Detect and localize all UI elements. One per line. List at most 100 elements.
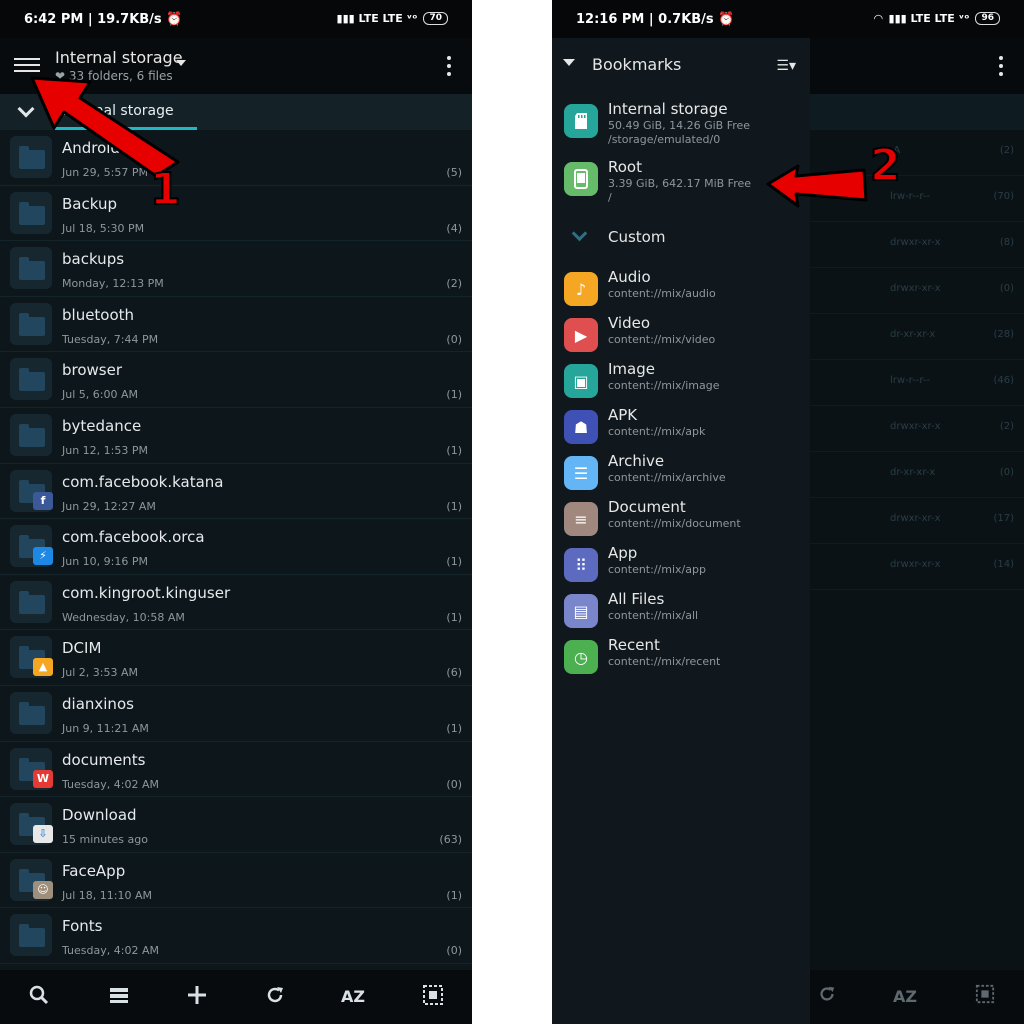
file-permissions: dr-xr-xr-x — [890, 329, 936, 340]
bookmark-path: content://mix/app — [608, 563, 706, 576]
file-count: (1) — [446, 555, 462, 569]
left-screenshot: 6:42 PM | 19.7KB/s ⏰ ▮▮▮ LTE LTE ᵛᵒ 70 I… — [0, 0, 472, 1024]
bookmark-name: App — [608, 544, 638, 562]
bookmark-item-recent[interactable]: ◷ Recent content://mix/recent — [552, 634, 810, 680]
file-row[interactable]: Fonts Tuesday, 4:02 AM (0) — [0, 908, 472, 964]
image-icon: ▣ — [564, 364, 598, 398]
chevron-down-icon[interactable] — [571, 225, 588, 242]
file-row[interactable]: bluetooth Tuesday, 7:44 PM (0) — [0, 297, 472, 353]
file-row[interactable]: bytedance Jun 12, 1:53 PM (1) — [0, 408, 472, 464]
file-count: (8) — [999, 237, 1014, 248]
overflow-menu-icon[interactable] — [446, 56, 452, 76]
file-count: (0) — [999, 283, 1014, 294]
file-date: Jul 2, 3:53 AM — [62, 666, 138, 680]
folder-icon — [19, 257, 45, 281]
refresh-icon[interactable] — [262, 984, 288, 1010]
right-screenshot: 12:16 PM | 0.7KB/s ⏰ ◠ ▮▮▮ LTE LTE ᵛᵒ 96… — [552, 0, 1024, 1024]
storage-path: / — [608, 191, 612, 204]
file-count: (2) — [999, 421, 1014, 432]
bookmark-item-app[interactable]: ⠿ App content://mix/app — [552, 542, 810, 588]
file-count: (6) — [446, 666, 462, 680]
file-date: Wednesday, 10:58 AM — [62, 610, 185, 624]
select-all-icon[interactable] — [972, 984, 998, 1010]
file-row[interactable]: documents Tuesday, 4:02 AM (0) W — [0, 742, 472, 798]
bookmark-item-image[interactable]: ▣ Image content://mix/image — [552, 358, 810, 404]
file-row[interactable]: browser Jul 5, 6:00 AM (1) — [0, 352, 472, 408]
bookmark-path: content://mix/document — [608, 517, 741, 530]
signal-icon: ▮▮▮ LTE LTE ᵛᵒ — [888, 12, 970, 25]
status-bar: 6:42 PM | 19.7KB/s ⏰ ▮▮▮ LTE LTE ᵛᵒ 70 — [0, 0, 472, 38]
status-time: 12:16 PM | 0.7KB/s ⏰ — [576, 12, 735, 27]
file-count: (1) — [446, 722, 462, 735]
file-row[interactable]: Download 15 minutes ago (63) ⇩ — [0, 797, 472, 853]
file-row[interactable]: backups Monday, 12:13 PM (2) — [0, 241, 472, 297]
custom-section-header[interactable]: Custom — [552, 218, 810, 258]
bottom-toolbar: AZ — [810, 970, 1024, 1024]
file-name: Backup — [62, 194, 117, 213]
status-time: 6:42 PM | 19.7KB/s ⏰ — [24, 12, 183, 27]
file-row[interactable]: dianxinos Jun 9, 11:21 AM (1) — [0, 686, 472, 742]
document-icon: ≡ — [564, 502, 598, 536]
file-count: (0) — [446, 777, 462, 791]
file-date: Jul 5, 6:00 AM — [62, 388, 138, 402]
file-permissions: drwxr-xr-x — [890, 283, 941, 294]
bookmark-storage-item[interactable]: Internal storage 50.49 GiB, 14.26 GiB Fre… — [552, 98, 810, 146]
file-count: (0) — [446, 944, 462, 958]
file-permissions: lrw-r--r-- — [890, 191, 931, 202]
bookmark-item-apk[interactable]: ☗ APK content://mix/apk — [552, 404, 810, 450]
bookmark-item-archive[interactable]: ☰ Archive content://mix/archive — [552, 450, 810, 496]
file-name: com.facebook.katana — [62, 472, 224, 491]
file-row[interactable]: DCIM Jul 2, 3:53 AM (6) ▲ — [0, 630, 472, 686]
refresh-icon[interactable] — [814, 984, 840, 1010]
file-date: Jun 10, 9:16 PM — [62, 555, 148, 569]
file-row[interactable]: com.facebook.katana Jun 29, 12:27 AM (1) f — [0, 464, 472, 520]
bookmark-path: content://mix/all — [608, 609, 699, 622]
file-row[interactable]: FaceApp Jul 18, 11:10 AM (1) ☺ — [0, 853, 472, 909]
bookmark-item-document[interactable]: ≡ Document content://mix/document — [552, 496, 810, 542]
list-view-icon[interactable] — [106, 984, 132, 1010]
file-count: (1) — [446, 888, 462, 902]
toolbar-title[interactable]: Internal storage — [55, 48, 183, 67]
file-permissions: drwxr-xr-x — [890, 421, 941, 432]
file-name: bytedance — [62, 417, 142, 435]
file-name: com.kingroot.kinguser — [62, 583, 231, 602]
file-name: dianxinos — [62, 695, 134, 713]
file-row[interactable]: com.kingroot.kinguser Wednesday, 10:58 AM… — [0, 575, 472, 631]
sd-card-icon — [564, 104, 598, 138]
phone-icon — [564, 162, 598, 196]
bookmark-item-audio[interactable]: ♪ Audio content://mix/audio — [552, 266, 810, 312]
file-icon: ▤ — [564, 594, 598, 628]
search-icon[interactable] — [26, 984, 52, 1010]
file-date: Tuesday, 4:02 AM — [62, 944, 159, 958]
add-icon[interactable] — [184, 984, 210, 1010]
bottom-toolbar: AZ — [0, 970, 472, 1024]
sort-menu-icon[interactable]: ☰▾ — [776, 58, 796, 74]
bookmark-path: content://mix/apk — [608, 425, 706, 438]
file-name: FaceApp — [62, 861, 126, 880]
folder-icon — [19, 201, 45, 225]
file-row[interactable]: Backup Jul 18, 5:30 PM (4) — [0, 186, 472, 242]
background-file-row: dr-xr-xr-x (0) — [810, 452, 1024, 498]
overflow-menu-icon[interactable] — [998, 56, 1004, 76]
file-date: 15 minutes ago — [62, 833, 148, 847]
red-arrow-pointer-2 — [766, 164, 868, 208]
file-count: (28) — [993, 329, 1014, 340]
storage-path: /storage/emulated/0 — [608, 133, 721, 146]
faceapp-icon: ☺ — [33, 880, 53, 899]
select-all-icon[interactable] — [420, 984, 446, 1010]
file-count: (1) — [446, 444, 462, 457]
file-name: browser — [62, 361, 123, 380]
sort-az-button[interactable]: AZ — [340, 984, 366, 1010]
file-count: (1) — [446, 388, 462, 402]
background-file-row: drwxr-xr-x (0) — [810, 268, 1024, 314]
file-count: (70) — [993, 191, 1014, 202]
bookmark-item-all-files[interactable]: ▤ All Files content://mix/all — [552, 588, 810, 634]
file-permissions: drwxr-xr-x — [890, 237, 941, 248]
gallery-icon: ▲ — [33, 658, 53, 677]
bookmark-item-video[interactable]: ▶ Video content://mix/video — [552, 312, 810, 358]
sort-az-button[interactable]: AZ — [892, 984, 918, 1010]
file-row[interactable]: com.facebook.orca Jun 10, 9:16 PM (1) ⚡ — [0, 519, 472, 575]
storage-size: 3.39 GiB, 642.17 MiB Free — [608, 177, 752, 190]
android-icon: ☗ — [564, 410, 598, 444]
collapse-triangle-icon[interactable] — [563, 59, 575, 66]
